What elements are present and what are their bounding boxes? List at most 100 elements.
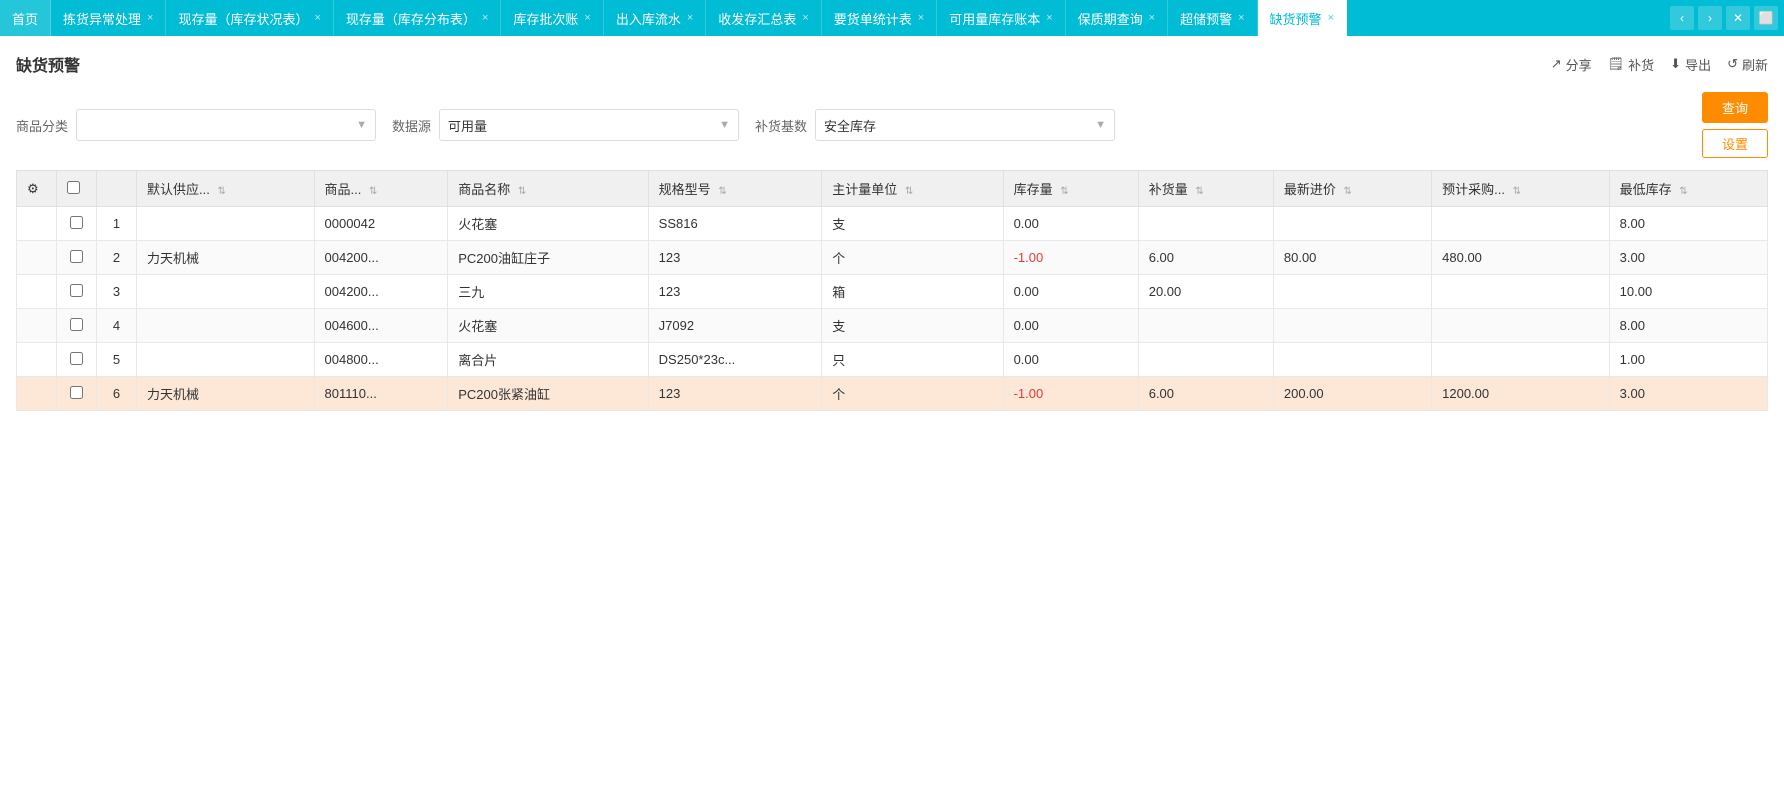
nav-item-exception[interactable]: 拣货异常处理 × xyxy=(51,0,166,36)
query-button[interactable]: 查询 xyxy=(1702,92,1768,123)
cell-checkbox[interactable] xyxy=(57,241,97,275)
datasource-arrow-icon: ▼ xyxy=(719,119,730,131)
nav-maximize-button[interactable]: ⬜ xyxy=(1754,6,1778,30)
cell-supplier xyxy=(137,207,315,241)
row-checkbox-0[interactable] xyxy=(70,216,83,229)
close-available-tab[interactable]: × xyxy=(1046,12,1052,24)
replenish-icon: 🗒 xyxy=(1608,56,1625,72)
cell-latest-price: 200.00 xyxy=(1273,377,1431,411)
th-code[interactable]: 商品... ⇅ xyxy=(314,171,448,207)
nav-item-overstock[interactable]: 超储预警 × xyxy=(1168,0,1257,36)
refresh-icon: ↺ xyxy=(1727,56,1738,72)
table-row[interactable]: 2 力天机械 004200... PC200油缸庄子 123 个 -1.00 6… xyxy=(17,241,1768,275)
row-checkbox-3[interactable] xyxy=(70,318,83,331)
th-supplier[interactable]: 默认供应... ⇅ xyxy=(137,171,315,207)
close-receipt-tab[interactable]: × xyxy=(802,12,808,24)
nav-item-available[interactable]: 可用量库存账本 × xyxy=(937,0,1065,36)
settings-button[interactable]: 设置 xyxy=(1702,129,1768,158)
cell-checkbox[interactable] xyxy=(57,309,97,343)
row-checkbox-1[interactable] xyxy=(70,250,83,263)
cell-settings xyxy=(17,343,57,377)
th-spec[interactable]: 规格型号 ⇅ xyxy=(648,171,822,207)
sort-name-icon: ⇅ xyxy=(518,186,526,197)
nav-item-inout[interactable]: 出入库流水 × xyxy=(604,0,706,36)
close-expiry-tab[interactable]: × xyxy=(1149,12,1155,24)
table-row[interactable]: 6 力天机械 801110... PC200张紧油缸 123 个 -1.00 6… xyxy=(17,377,1768,411)
cell-checkbox[interactable] xyxy=(57,343,97,377)
table-header-row: ⚙ 默认供应... ⇅ 商品... ⇅ 商品名称 ⇅ 规格 xyxy=(17,171,1768,207)
replenish-base-select[interactable]: 安全库存 ▼ xyxy=(815,109,1115,141)
refresh-action[interactable]: ↺ 刷新 xyxy=(1727,55,1768,74)
select-all-checkbox[interactable] xyxy=(67,181,80,194)
replenish-base-label: 补货基数 xyxy=(755,116,807,135)
nav-item-stock-status[interactable]: 现存量（库存状况表） × xyxy=(166,0,333,36)
cell-settings xyxy=(17,207,57,241)
th-estimated[interactable]: 预计采购... ⇅ xyxy=(1432,171,1610,207)
nav-item-shortage[interactable]: 缺货预警 × xyxy=(1258,0,1347,36)
cell-estimated: 480.00 xyxy=(1432,241,1610,275)
sort-replenish-icon: ⇅ xyxy=(1195,186,1203,197)
category-select[interactable]: ▼ xyxy=(76,109,376,141)
row-checkbox-5[interactable] xyxy=(70,386,83,399)
th-unit[interactable]: 主计量单位 ⇅ xyxy=(822,171,1003,207)
close-batch-tab[interactable]: × xyxy=(584,12,590,24)
sort-unit-icon: ⇅ xyxy=(905,186,913,197)
row-checkbox-4[interactable] xyxy=(70,352,83,365)
nav-prev-button[interactable]: ‹ xyxy=(1670,6,1694,30)
table-row[interactable]: 4 004600... 火花塞 J7092 支 0.00 8.00 xyxy=(17,309,1768,343)
cell-code: 004200... xyxy=(314,275,448,309)
cell-estimated: 1200.00 xyxy=(1432,377,1610,411)
th-stock[interactable]: 库存量 ⇅ xyxy=(1003,171,1138,207)
cell-min-stock: 8.00 xyxy=(1609,207,1767,241)
cell-stock: 0.00 xyxy=(1003,275,1138,309)
table-row[interactable]: 5 004800... 离合片 DS250*23c... 只 0.00 1.00 xyxy=(17,343,1768,377)
filter-row: 商品分类 ▼ 数据源 可用量 ▼ 补货基数 安全库存 ▼ 查询 设置 xyxy=(16,92,1768,158)
page-header: 缺货预警 ↗ 分享 🗒 补货 ⬇ 导出 ↺ 刷新 xyxy=(16,52,1768,76)
cell-unit: 支 xyxy=(822,309,1003,343)
th-name[interactable]: 商品名称 ⇅ xyxy=(448,171,648,207)
th-settings[interactable]: ⚙ xyxy=(17,171,57,207)
cell-checkbox[interactable] xyxy=(57,207,97,241)
cell-supplier xyxy=(137,309,315,343)
nav-item-batch[interactable]: 库存批次账 × xyxy=(501,0,603,36)
close-overstock-tab[interactable]: × xyxy=(1238,12,1244,24)
table-row[interactable]: 3 004200... 三九 123 箱 0.00 20.00 10.00 xyxy=(17,275,1768,309)
nav-item-stock-dist[interactable]: 现存量（库存分布表） × xyxy=(334,0,501,36)
close-shortage-tab[interactable]: × xyxy=(1328,12,1334,24)
close-exception-tab[interactable]: × xyxy=(147,12,153,24)
close-stock-status-tab[interactable]: × xyxy=(314,12,320,24)
th-replenish[interactable]: 补货量 ⇅ xyxy=(1138,171,1273,207)
cell-spec: 123 xyxy=(648,377,822,411)
datasource-select[interactable]: 可用量 ▼ xyxy=(439,109,739,141)
share-action[interactable]: ↗ 分享 xyxy=(1551,55,1592,74)
sort-spec-icon: ⇅ xyxy=(718,186,726,197)
nav-item-receipt[interactable]: 收发存汇总表 × xyxy=(706,0,821,36)
cell-checkbox[interactable] xyxy=(57,275,97,309)
close-stock-dist-tab[interactable]: × xyxy=(482,12,488,24)
nav-item-requisition[interactable]: 要货单统计表 × xyxy=(822,0,937,36)
th-min-stock[interactable]: 最低库存 ⇅ xyxy=(1609,171,1767,207)
cell-code: 0000042 xyxy=(314,207,448,241)
replenish-action[interactable]: 🗒 补货 xyxy=(1608,55,1655,74)
cell-name: 三九 xyxy=(448,275,648,309)
th-checkbox[interactable] xyxy=(57,171,97,207)
nav-item-expiry[interactable]: 保质期查询 × xyxy=(1066,0,1168,36)
nav-next-button[interactable]: › xyxy=(1698,6,1722,30)
table-row[interactable]: 1 0000042 火花塞 SS816 支 0.00 8.00 xyxy=(17,207,1768,241)
cell-unit: 个 xyxy=(822,377,1003,411)
close-inout-tab[interactable]: × xyxy=(687,12,693,24)
row-checkbox-2[interactable] xyxy=(70,284,83,297)
cell-stock: -1.00 xyxy=(1003,377,1138,411)
cell-replenish xyxy=(1138,309,1273,343)
cell-checkbox[interactable] xyxy=(57,377,97,411)
th-latest-price[interactable]: 最新进价 ⇅ xyxy=(1273,171,1431,207)
cell-code: 004200... xyxy=(314,241,448,275)
nav-item-home[interactable]: 首页 xyxy=(0,0,51,36)
cell-settings xyxy=(17,309,57,343)
nav-close-button[interactable]: ✕ xyxy=(1726,6,1750,30)
close-requisition-tab[interactable]: × xyxy=(918,12,924,24)
cell-estimated xyxy=(1432,343,1610,377)
export-action[interactable]: ⬇ 导出 xyxy=(1670,55,1711,74)
datasource-filter-group: 数据源 可用量 ▼ xyxy=(392,109,739,141)
cell-code: 004800... xyxy=(314,343,448,377)
